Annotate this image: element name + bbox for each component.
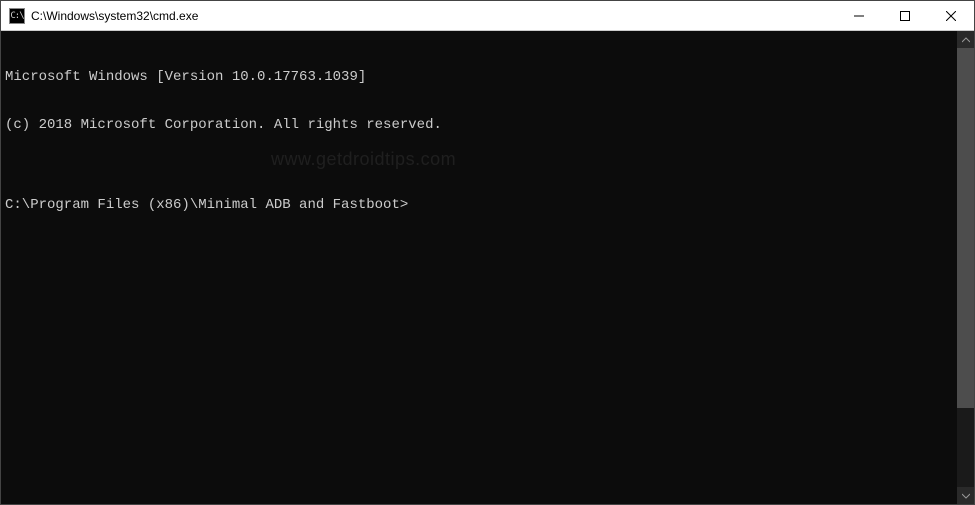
terminal-line: (c) 2018 Microsoft Corporation. All righ… <box>5 117 953 133</box>
titlebar[interactable]: C:\ C:\Windows\system32\cmd.exe <box>1 1 974 31</box>
scrollbar-track[interactable] <box>957 48 974 487</box>
window-controls <box>836 1 974 30</box>
app-icon: C:\ <box>9 8 25 24</box>
close-button[interactable] <box>928 1 974 30</box>
maximize-button[interactable] <box>882 1 928 30</box>
vertical-scrollbar[interactable] <box>957 31 974 504</box>
chevron-up-icon <box>962 37 970 43</box>
maximize-icon <box>900 11 910 21</box>
terminal-output[interactable]: Microsoft Windows [Version 10.0.17763.10… <box>1 31 957 504</box>
close-icon <box>946 11 956 21</box>
watermark-text: www.getdroidtips.com <box>271 151 456 167</box>
scroll-down-button[interactable] <box>957 487 974 504</box>
window-title: C:\Windows\system32\cmd.exe <box>31 9 836 23</box>
cmd-window: C:\ C:\Windows\system32\cmd.exe Microsof… <box>0 0 975 505</box>
minimize-icon <box>854 11 864 21</box>
scrollbar-thumb[interactable] <box>957 48 974 408</box>
chevron-down-icon <box>962 493 970 499</box>
minimize-button[interactable] <box>836 1 882 30</box>
scroll-up-button[interactable] <box>957 31 974 48</box>
terminal-line: Microsoft Windows [Version 10.0.17763.10… <box>5 69 953 85</box>
client-area: Microsoft Windows [Version 10.0.17763.10… <box>1 31 974 504</box>
terminal-prompt: C:\Program Files (x86)\Minimal ADB and F… <box>5 197 953 213</box>
